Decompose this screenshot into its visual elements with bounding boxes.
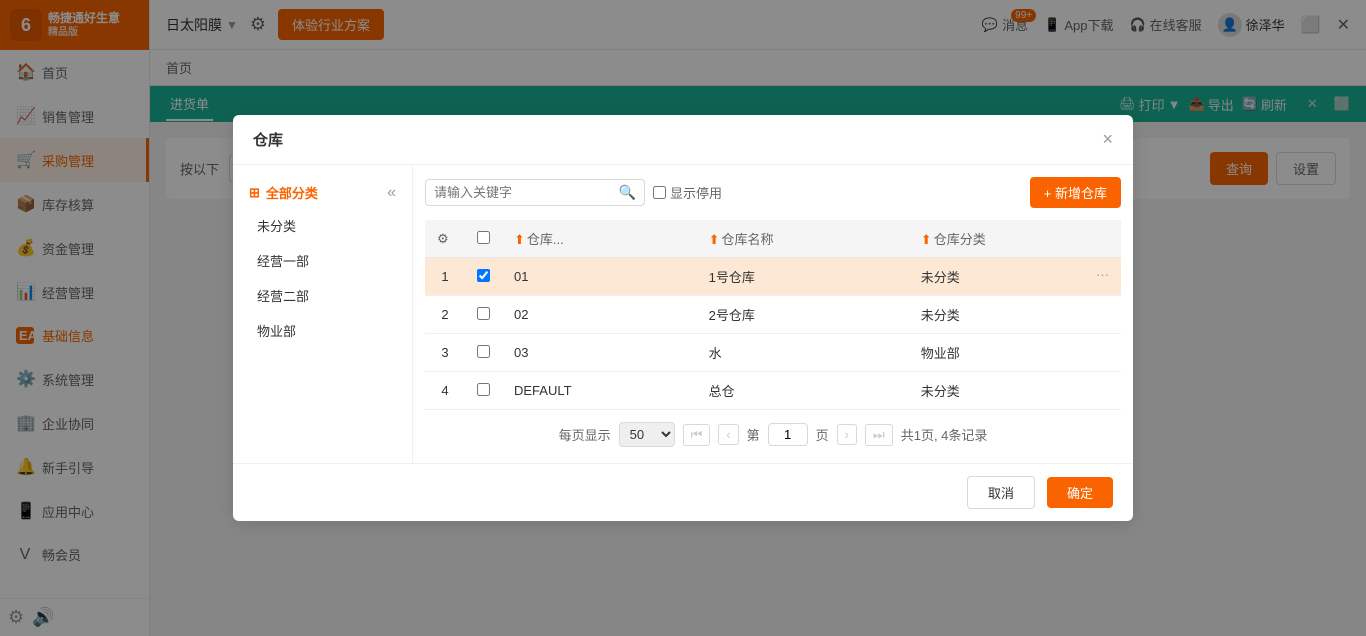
th-name: ⬆仓库名称 bbox=[697, 220, 909, 258]
row-1-name: 1号仓库 bbox=[697, 258, 909, 296]
modal-title: 仓库 bbox=[253, 129, 283, 150]
warehouse-modal: 仓库 × ⊞ 全部分类 « 未分类 经营一部 经营二部 物业部 bbox=[233, 115, 1133, 521]
row-3-code: 03 bbox=[502, 334, 697, 372]
row-2-code: 02 bbox=[502, 296, 697, 334]
category-item-uncategorized[interactable]: 未分类 bbox=[233, 208, 412, 243]
row-4-check[interactable] bbox=[465, 372, 502, 410]
table-row[interactable]: 1 01 1号仓库 未分类 ··· bbox=[425, 258, 1121, 296]
row-2-check[interactable] bbox=[465, 296, 502, 334]
page-next-btn[interactable]: › bbox=[837, 424, 857, 445]
cancel-btn[interactable]: 取消 bbox=[967, 476, 1035, 509]
page-first-btn[interactable]: ⏮ bbox=[683, 424, 711, 446]
row-4-num: 4 bbox=[425, 372, 465, 410]
row-1-check[interactable] bbox=[465, 258, 502, 296]
page-last-btn[interactable]: ⏭ bbox=[865, 424, 893, 446]
category-item-dept2[interactable]: 经营二部 bbox=[233, 278, 412, 313]
row-3-name: 水 bbox=[697, 334, 909, 372]
table-header-row: ⚙ ⬆仓库... ⬆仓库名称 ⬆仓库分类 bbox=[425, 220, 1121, 258]
sort-code-icon: ⬆ bbox=[514, 232, 525, 247]
add-warehouse-btn[interactable]: + 新增仓库 bbox=[1030, 177, 1121, 208]
modal-header: 仓库 × bbox=[233, 115, 1133, 165]
page-number-input[interactable]: 1 bbox=[768, 423, 808, 446]
sort-name-icon: ⬆ bbox=[709, 232, 720, 247]
row-1-num: 1 bbox=[425, 258, 465, 296]
row-3-check[interactable] bbox=[465, 334, 502, 372]
table-row[interactable]: 2 02 2号仓库 未分类 bbox=[425, 296, 1121, 334]
confirm-btn[interactable]: 确定 bbox=[1047, 477, 1113, 508]
row-1-category: 未分类 ··· bbox=[909, 258, 1121, 296]
modal-overlay: 仓库 × ⊞ 全部分类 « 未分类 经营一部 经营二部 物业部 bbox=[0, 0, 1366, 636]
category-item-dept1[interactable]: 经营一部 bbox=[233, 243, 412, 278]
sort-cat-icon: ⬆ bbox=[921, 232, 932, 247]
category-collapse-btn[interactable]: « bbox=[387, 184, 396, 202]
search-icon[interactable]: 🔍 bbox=[619, 184, 636, 201]
th-code: ⬆仓库... bbox=[502, 220, 697, 258]
pagination-bar: 每页显示 50 20 100 ⏮ ‹ 第 1 页 › ⏭ 共1页, 4条记录 bbox=[425, 410, 1121, 451]
table-row[interactable]: 3 03 水 物业部 bbox=[425, 334, 1121, 372]
row-1-code: 01 bbox=[502, 258, 697, 296]
table-wrapper: ⚙ ⬆仓库... ⬆仓库名称 ⬆仓库分类 1 01 bbox=[425, 220, 1121, 410]
row-4-name: 总仓 bbox=[697, 372, 909, 410]
row-4-code: DEFAULT bbox=[502, 372, 697, 410]
modal-footer: 取消 确定 bbox=[233, 463, 1133, 521]
page-prev-btn[interactable]: ‹ bbox=[718, 424, 738, 445]
modal-close-btn[interactable]: × bbox=[1102, 129, 1113, 150]
row-2-category: 未分类 bbox=[909, 296, 1121, 334]
th-check bbox=[465, 220, 502, 258]
per-page-select[interactable]: 50 20 100 bbox=[619, 422, 675, 447]
warehouse-table: ⚙ ⬆仓库... ⬆仓库名称 ⬆仓库分类 1 01 bbox=[425, 220, 1121, 410]
search-input[interactable] bbox=[434, 185, 615, 200]
category-panel: ⊞ 全部分类 « 未分类 经营一部 经营二部 物业部 bbox=[233, 165, 413, 463]
row-3-category: 物业部 bbox=[909, 334, 1121, 372]
category-item-property[interactable]: 物业部 bbox=[233, 313, 412, 348]
row-2-name: 2号仓库 bbox=[697, 296, 909, 334]
table-body: 1 01 1号仓库 未分类 ··· 2 bbox=[425, 258, 1121, 410]
row-3-num: 3 bbox=[425, 334, 465, 372]
category-all-label: 全部分类 bbox=[266, 183, 318, 202]
table-panel: 🔍 显示停用 + 新增仓库 ⚙ bbox=[413, 165, 1133, 463]
table-row[interactable]: 4 DEFAULT 总仓 未分类 bbox=[425, 372, 1121, 410]
per-page-label: 每页显示 bbox=[559, 425, 611, 444]
th-category: ⬆仓库分类 bbox=[909, 220, 1121, 258]
page-total: 共1页, 4条记录 bbox=[901, 425, 988, 444]
modal-body: ⊞ 全部分类 « 未分类 经营一部 经营二部 物业部 🔍 bbox=[233, 165, 1133, 463]
row-2-num: 2 bbox=[425, 296, 465, 334]
show-disabled-checkbox[interactable] bbox=[653, 186, 666, 199]
search-input-wrap[interactable]: 🔍 bbox=[425, 179, 645, 206]
category-all-btn[interactable]: ⊞ 全部分类 bbox=[249, 183, 318, 202]
page-unit: 页 bbox=[816, 425, 829, 444]
grid-icon: ⊞ bbox=[249, 185, 260, 201]
th-gear: ⚙ bbox=[425, 220, 465, 258]
row-1-more-btn[interactable]: ··· bbox=[1096, 267, 1109, 282]
table-header: ⚙ ⬆仓库... ⬆仓库名称 ⬆仓库分类 bbox=[425, 220, 1121, 258]
category-header: ⊞ 全部分类 « bbox=[233, 177, 412, 208]
table-toolbar: 🔍 显示停用 + 新增仓库 bbox=[425, 177, 1121, 208]
show-disabled-text: 显示停用 bbox=[670, 183, 722, 202]
page-label: 第 bbox=[747, 425, 760, 444]
show-disabled-label[interactable]: 显示停用 bbox=[653, 183, 722, 202]
row-4-category: 未分类 bbox=[909, 372, 1121, 410]
select-all-checkbox[interactable] bbox=[477, 231, 490, 244]
